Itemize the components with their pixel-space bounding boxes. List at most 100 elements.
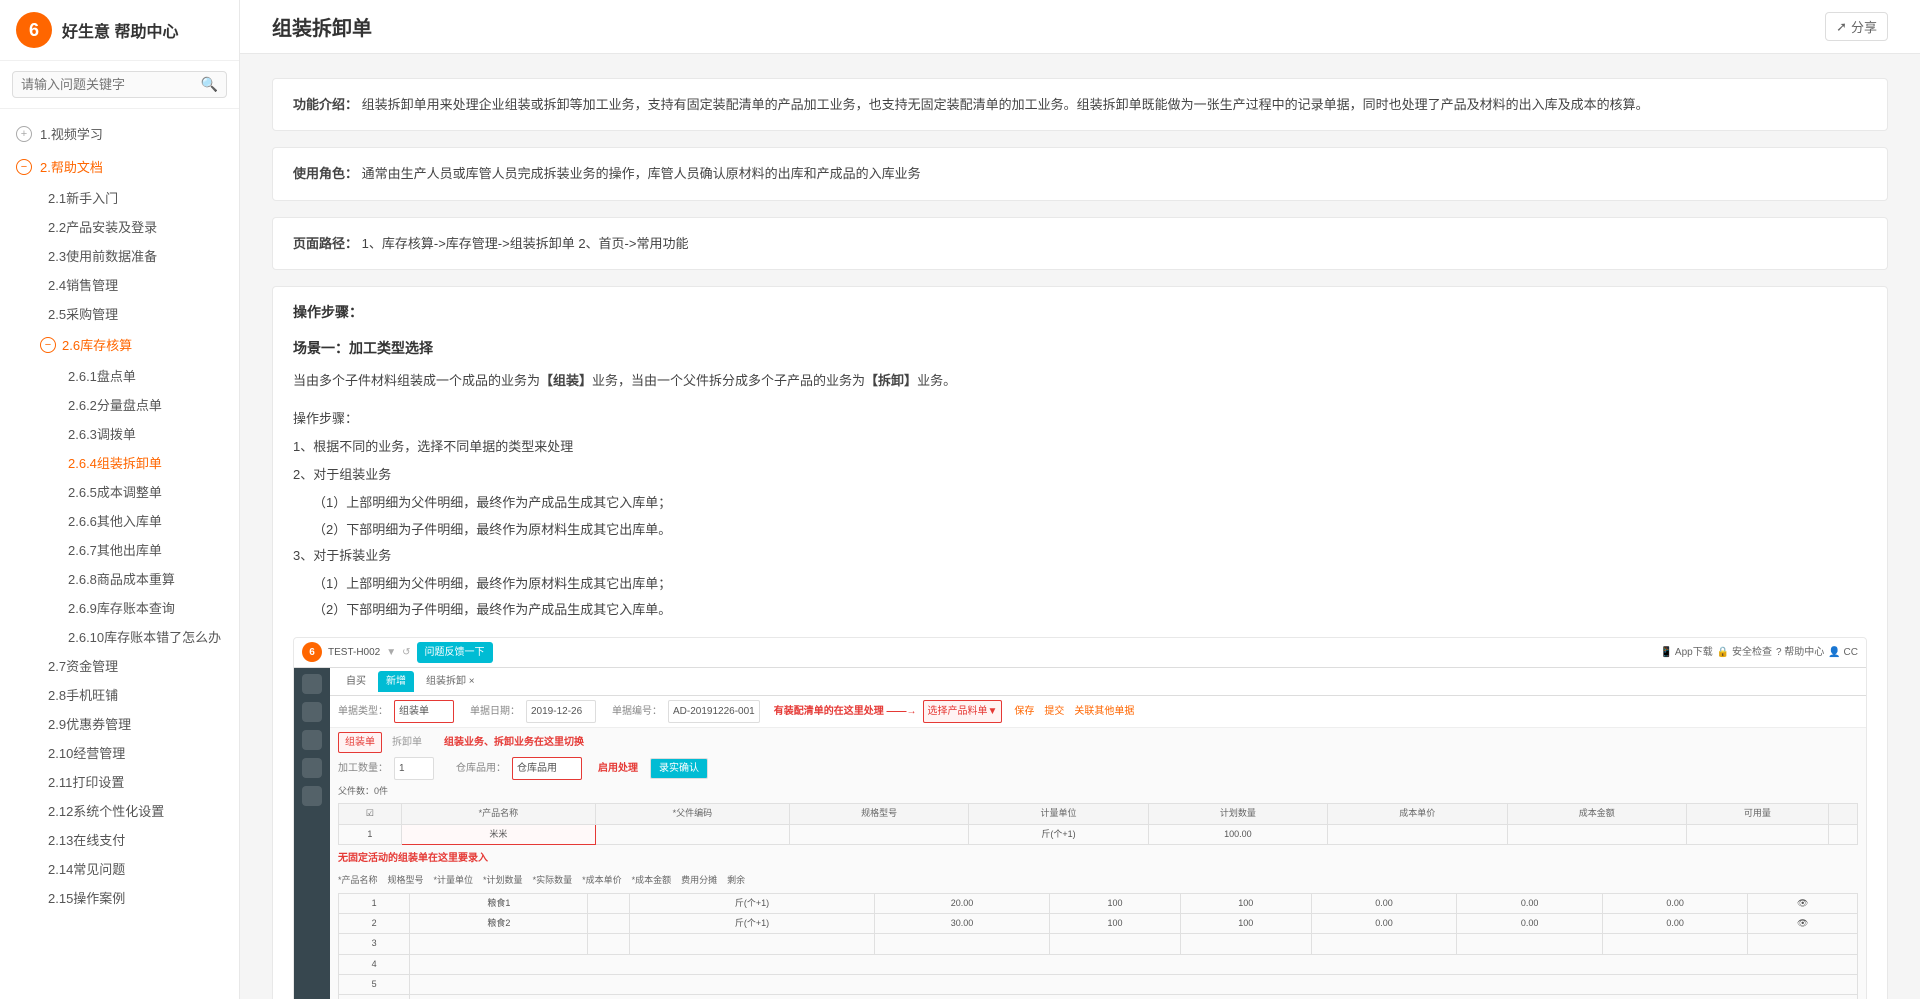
ctr-unit2: 斤(个+1) (630, 914, 875, 934)
nav-sub-split-stocktake[interactable]: 2.6.2分量盘点单 (60, 390, 239, 419)
th-plan-qty: 计划数量 (1148, 804, 1327, 824)
ss-unit-label: 仓库品用： (456, 760, 506, 777)
ss-nav-4 (302, 758, 322, 778)
ss-ops-btns3: 关联其他单据 (1074, 703, 1134, 720)
nav-sub-faq[interactable]: 2.14常见问题 (40, 854, 239, 883)
nav-sub-print[interactable]: 2.11打印设置 (40, 767, 239, 796)
search-icon[interactable]: 🔍 (201, 76, 218, 93)
ctr-allot1: 0.00 (1311, 893, 1457, 913)
nav-sub-mobile[interactable]: 2.8手机旺铺 (40, 680, 239, 709)
nav-sub-sales[interactable]: 2.4销售管理 (40, 270, 239, 299)
ss-qty-label: 加工数量： (338, 760, 388, 777)
td-ops1 (1828, 824, 1857, 844)
nav-sub-ops[interactable]: 2.10经营管理 (40, 738, 239, 767)
ss-new-btn: 问题反馈一下 (417, 642, 493, 663)
nav-sub-adjust[interactable]: 2.6.3调拨单 (60, 419, 239, 448)
ss-annotation-enable: 启用处理 (598, 760, 638, 777)
ss-ops-btns: 保存 (1014, 703, 1034, 720)
ctr-cost3 (1180, 934, 1311, 954)
ss-assy-row: 组装单 拆卸单 组装业务、拆卸业务在这里切换 (338, 732, 1858, 753)
ctr-5: 5 (339, 974, 410, 994)
ss-child-table: 1 粮食1 斤(个+1) 20.00 100 100 0.00 (338, 893, 1858, 999)
ss-child-spec: *计量单位 (434, 873, 474, 888)
ss-assy-switch: 组装单 拆卸单 (338, 732, 428, 753)
scene-section: 场景一：加工类型选择 当由多个子件材料组装成一个成品的业务为【组装】业务，当由一… (293, 337, 1867, 392)
search-input[interactable] (21, 77, 201, 92)
nav-sub-stocktake[interactable]: 2.6.1盘点单 (60, 361, 239, 390)
ctr-empty5 (410, 974, 1858, 994)
ctr-allot3 (1311, 934, 1457, 954)
ss-child-code: 规格型号 (388, 873, 424, 888)
ctr-spec2 (588, 914, 630, 934)
sidebar-item-video[interactable]: + 1.视频学习 (0, 117, 239, 150)
ss-child-table-header: *产品名称 规格型号 *计量单位 *计划数量 *实际数量 *成本单价 *成本金额… (338, 873, 1858, 888)
ss-child-planqty: *实际数量 (533, 873, 573, 888)
ctr-rem3 (1457, 934, 1603, 954)
ss-no-label: 单据编号： (612, 703, 662, 720)
nav-sub-custom[interactable]: 2.12系统个性化设置 (40, 796, 239, 825)
ss-content: 组装单 拆卸单 组装业务、拆卸业务在这里切换 加工数量： 1 仓库品用： (330, 728, 1866, 999)
sidebar-item-inventory[interactable]: − 2.6库存核算 (40, 328, 239, 361)
sidebar-item-docs[interactable]: − 2.帮助文档 (0, 150, 239, 183)
ctr-spec3 (588, 934, 630, 954)
nav-sub-install[interactable]: 2.2产品安装及登录 (40, 212, 239, 241)
ss-left-nav (294, 668, 330, 999)
ss-topbar: 6 TEST-H002 ▼ ↺ 问题反馈一下 📱 App下载 🔒 安全检查 ? … (294, 638, 1866, 668)
ctr-unit1: 斤(个+1) (630, 893, 875, 913)
nav-sub-stock-err[interactable]: 2.6.10库存账本错了怎么办 (60, 622, 239, 651)
sidebar-header: 6 好生意 帮助中心 (0, 0, 239, 61)
nav-sub-cost-adjust[interactable]: 2.6.5成本调整单 (60, 477, 239, 506)
step1: 1、根据不同的业务，选择不同单据的类型来处理 (293, 436, 1867, 458)
nav-sub-cases[interactable]: 2.15操作案例 (40, 883, 239, 912)
nav-sub-other-out[interactable]: 2.6.7其他出库单 (60, 535, 239, 564)
ss-logo: 6 (302, 642, 322, 662)
expand-icon-video: + (16, 126, 32, 142)
ctr-unit3 (630, 934, 875, 954)
ctr-real1: 100 (1050, 893, 1181, 913)
ctr-empty6 (410, 995, 1858, 999)
ss-child-table-area: *产品名称 规格型号 *计量单位 *计划数量 *实际数量 *成本单价 *成本金额… (338, 873, 1858, 999)
scene-label: 场景一：加工类型选择 (293, 337, 1867, 361)
share-button[interactable]: ➚ 分享 (1825, 12, 1888, 41)
ctr-plan3 (874, 934, 1049, 954)
ctr-prod3 (410, 934, 588, 954)
ss-child-costprice: *成本金额 (632, 873, 672, 888)
th-cost: 成本单价 (1328, 804, 1507, 824)
ss-type-label: 单据类型： (338, 703, 388, 720)
collapse-icon-inventory: − (40, 337, 56, 353)
nav-sub-other-in[interactable]: 2.6.6其他入库单 (60, 506, 239, 535)
intro-label: 功能介绍： (293, 97, 358, 112)
ss-nav-5 (302, 786, 322, 806)
child-row-4: 4 (339, 954, 1858, 974)
path-block: 页面路径： 1、库存核算->库存管理->组装拆卸单 2、首页->常用功能 (272, 217, 1888, 270)
ss-ops-btns2: 提交 (1044, 703, 1064, 720)
ops-steps-label: 操作步骤： (293, 408, 1867, 430)
nav-sub-purchase[interactable]: 2.5采购管理 (40, 299, 239, 328)
search-box: 🔍 (0, 61, 239, 109)
td-check1: 1 (339, 824, 402, 844)
ctr-cost1: 100 (1180, 893, 1311, 913)
nav-sub-newcomer[interactable]: 2.1新手入门 (40, 183, 239, 212)
nav-sub-pay[interactable]: 2.13在线支付 (40, 825, 239, 854)
nav-sub-funds[interactable]: 2.7资金管理 (40, 651, 239, 680)
child-row-6: 6 (339, 995, 1858, 999)
ss-main-area: 自买 新增 组装拆卸 × 单据类型： 组装单 单据日期： (330, 668, 1866, 999)
logo-icon: 6 (16, 12, 52, 48)
ctr-cost2: 100 (1180, 914, 1311, 934)
screenshot-ui: 6 TEST-H002 ▼ ↺ 问题反馈一下 📱 App下载 🔒 安全检查 ? … (294, 638, 1866, 999)
main-content: 功能介绍： 组装拆卸单用来处理企业组装或拆卸等加工业务，支持有固定装配清单的产品… (240, 54, 1920, 999)
sidebar: 6 好生意 帮助中心 🔍 + 1.视频学习 − 2.帮助文档 2.1新手入门 2… (0, 0, 240, 999)
child-row-1: 1 粮食1 斤(个+1) 20.00 100 100 0.00 (339, 893, 1858, 913)
ctr-4: 4 (339, 954, 410, 974)
logo-text: 好生意 帮助中心 (62, 18, 178, 42)
th-ops (1828, 804, 1857, 824)
ctr-rem1: 0.00 (1457, 893, 1603, 913)
nav-sub-goods-cost[interactable]: 2.6.8商品成本重算 (60, 564, 239, 593)
nav-sub-stock-query[interactable]: 2.6.9库存账本查询 (60, 593, 239, 622)
nav-sub-assembly[interactable]: 2.6.4组装拆卸单 (60, 448, 239, 477)
td-plan1: 100.00 (1148, 824, 1327, 844)
ops-steps-section: 操作步骤： 1、根据不同的业务，选择不同单据的类型来处理 2、对于组装业务 （1… (293, 408, 1867, 621)
nav-sub-data[interactable]: 2.3使用前数据准备 (40, 241, 239, 270)
step2-sub: （1）上部明细为父件明细，最终作为产成品生成其它入库单； （2）下部明细为子件明… (313, 492, 1867, 540)
nav-sub-coupon[interactable]: 2.9优惠券管理 (40, 709, 239, 738)
